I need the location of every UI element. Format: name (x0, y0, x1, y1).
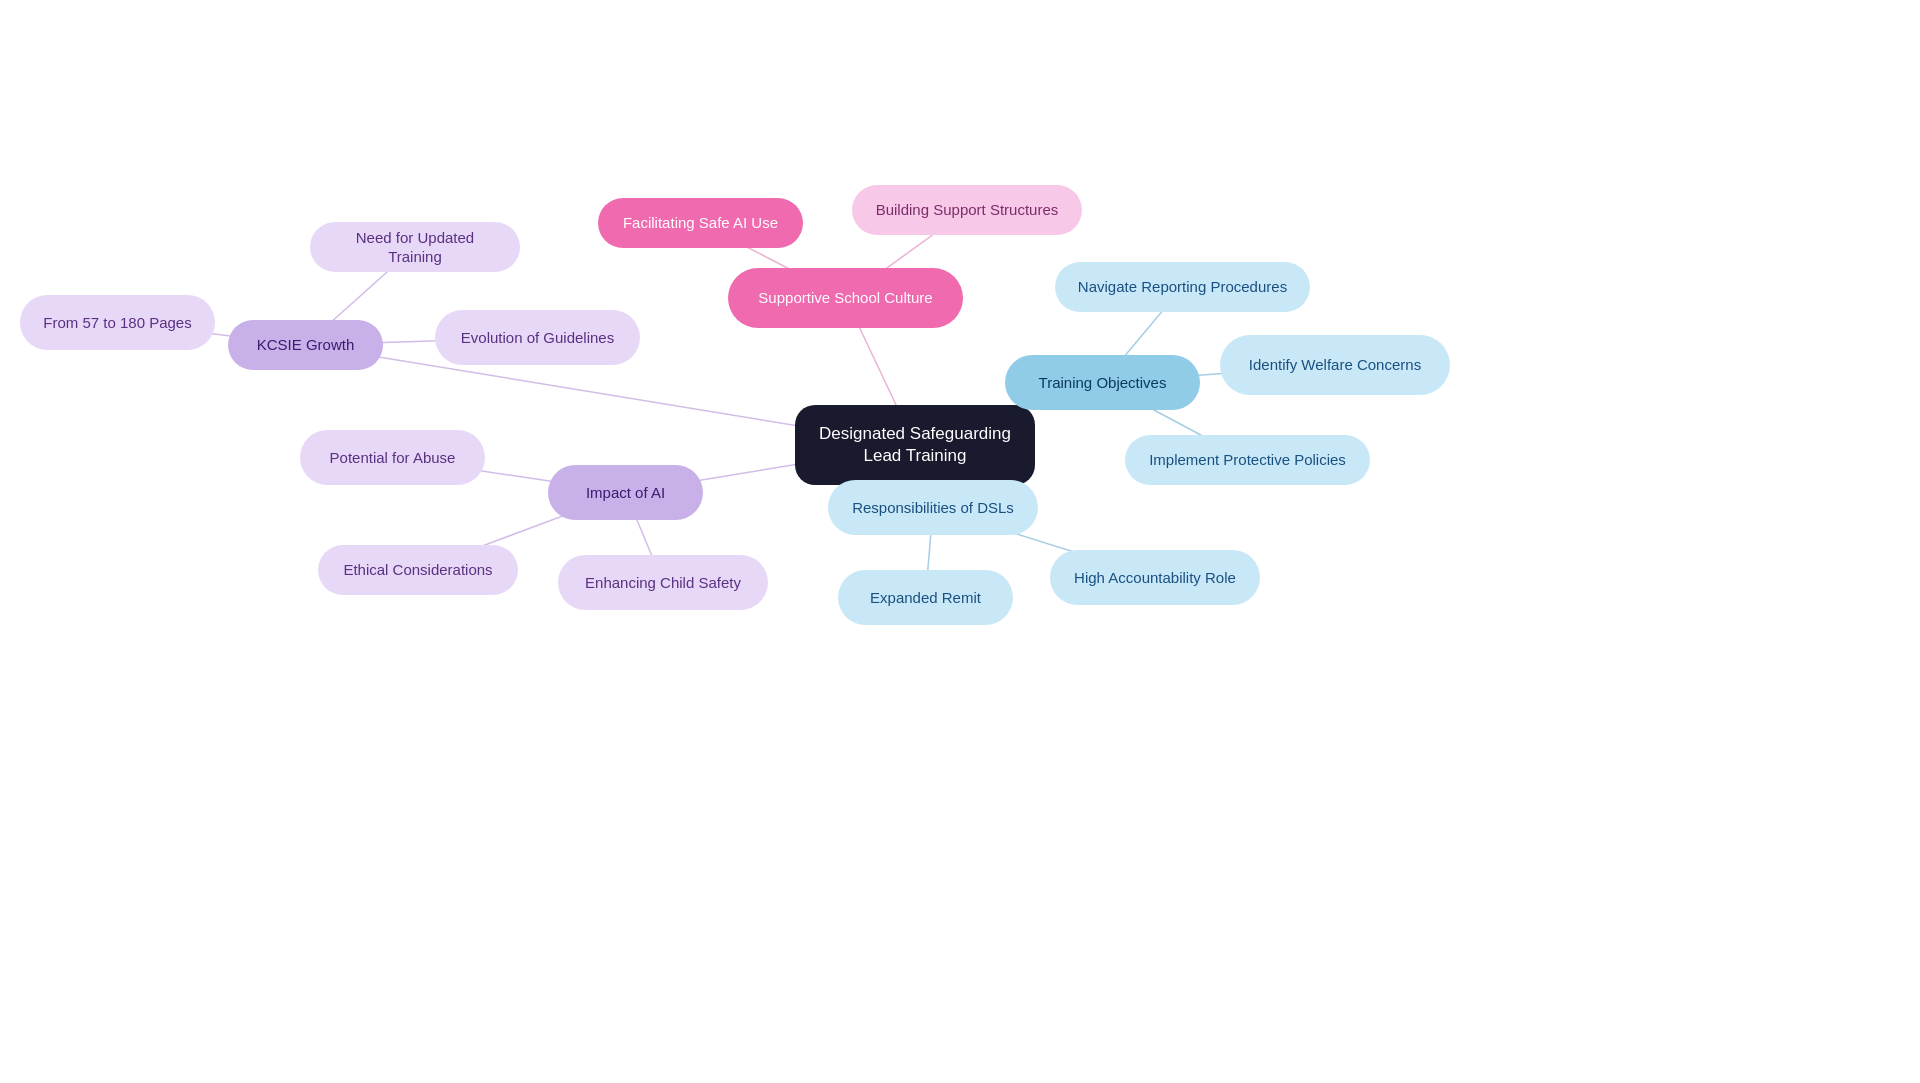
node-ethicalConsiderations[interactable]: Ethical Considerations (318, 545, 518, 595)
node-navigateReporting[interactable]: Navigate Reporting Procedures (1055, 262, 1310, 312)
connections-layer (0, 0, 1920, 1083)
node-potentialForAbuse[interactable]: Potential for Abuse (300, 430, 485, 485)
node-center[interactable]: Designated Safeguarding Lead Training (795, 405, 1035, 485)
node-implementPolicies[interactable]: Implement Protective Policies (1125, 435, 1370, 485)
node-highAccountabilityRole[interactable]: High Accountability Role (1050, 550, 1260, 605)
node-enhancingChildSafety[interactable]: Enhancing Child Safety (558, 555, 768, 610)
node-responsibilitiesDSLs[interactable]: Responsibilities of DSLs (828, 480, 1038, 535)
node-facilitatingSafeAI[interactable]: Facilitating Safe AI Use (598, 198, 803, 248)
node-from57[interactable]: From 57 to 180 Pages (20, 295, 215, 350)
node-identifyWelfare[interactable]: Identify Welfare Concerns (1220, 335, 1450, 395)
node-expandedRemit[interactable]: Expanded Remit (838, 570, 1013, 625)
mind-map: Designated Safeguarding Lead Training Fro… (0, 0, 1920, 1083)
node-supportiveSchoolCulture[interactable]: Supportive School Culture (728, 268, 963, 328)
node-buildingSupportStructures[interactable]: Building Support Structures (852, 185, 1082, 235)
node-trainingObjectives[interactable]: Training Objectives (1005, 355, 1200, 410)
node-needTraining[interactable]: Need for Updated Training (310, 222, 520, 272)
node-evolutionGuidelines[interactable]: Evolution of Guidelines (435, 310, 640, 365)
node-kcsieGrowth[interactable]: KCSIE Growth (228, 320, 383, 370)
node-impactOfAI[interactable]: Impact of AI (548, 465, 703, 520)
